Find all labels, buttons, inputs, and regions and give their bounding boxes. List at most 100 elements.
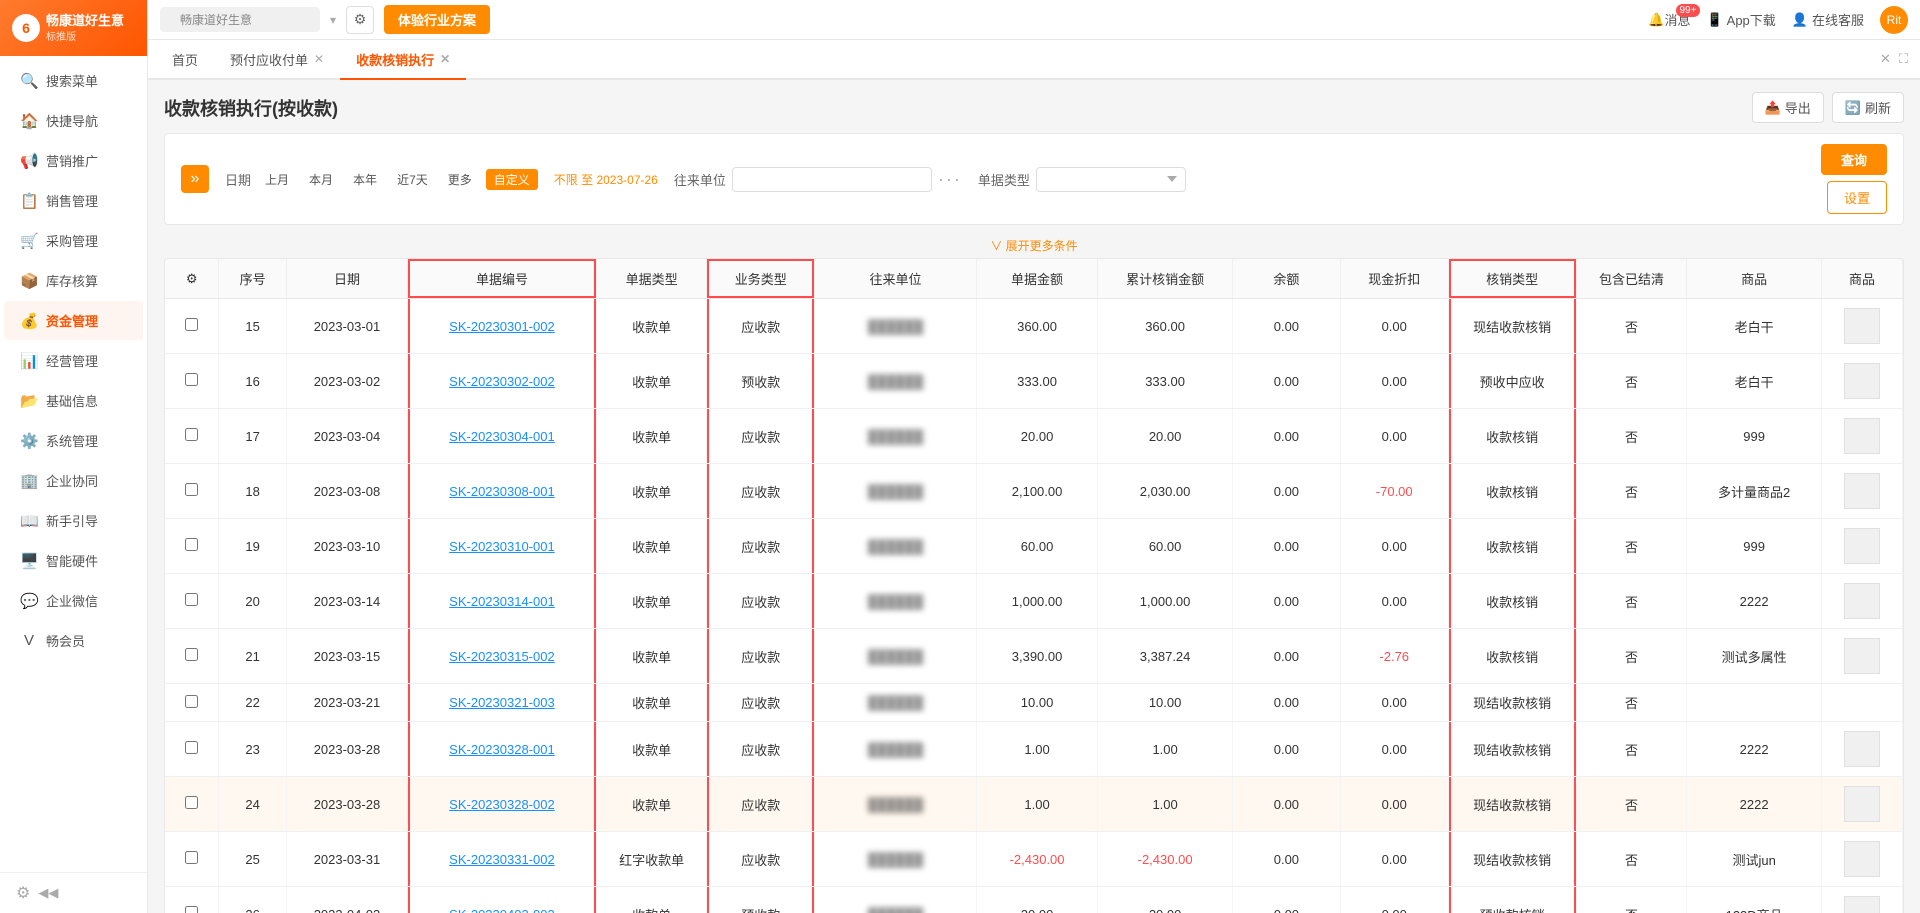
cell-checkbox[interactable] bbox=[165, 722, 219, 777]
sidebar-item-purchase[interactable]: 🛒采购管理 bbox=[4, 221, 143, 260]
sidebar-item-search[interactable]: 🔍搜索菜单 bbox=[4, 61, 143, 100]
query-button[interactable]: 查询 bbox=[1821, 144, 1887, 175]
tab-home[interactable]: 首页 bbox=[156, 40, 214, 80]
cell-balance: 0.00 bbox=[1232, 722, 1340, 777]
sidebar-item-label: 快捷导航 bbox=[46, 111, 98, 130]
industry-btn[interactable]: 体验行业方案 bbox=[384, 5, 490, 34]
settings-button[interactable]: 设置 bbox=[1827, 181, 1887, 214]
cell-checkbox[interactable] bbox=[165, 409, 219, 464]
tab-close-advance[interactable]: ✕ bbox=[314, 52, 324, 66]
online-service[interactable]: 👤 在线客服 bbox=[1792, 10, 1864, 29]
cell-checkbox[interactable] bbox=[165, 629, 219, 684]
doc-no-link[interactable]: SK-20230331-002 bbox=[449, 852, 555, 867]
cell-doc-no[interactable]: SK-20230328-002 bbox=[408, 777, 597, 832]
app-download[interactable]: 📱 App下载 bbox=[1706, 10, 1775, 29]
doc-no-link[interactable]: SK-20230328-001 bbox=[449, 742, 555, 757]
cell-doc-no[interactable]: SK-20230403-002 bbox=[408, 887, 597, 913]
date-option-近7天[interactable]: 近7天 bbox=[389, 169, 436, 190]
sidebar-item-sales[interactable]: 📋销售管理 bbox=[4, 181, 143, 220]
cell-doc-no[interactable]: SK-20230331-002 bbox=[408, 832, 597, 887]
cell-checkbox[interactable] bbox=[165, 574, 219, 629]
doc-no-link[interactable]: SK-20230328-002 bbox=[449, 797, 555, 812]
refresh-button[interactable]: 🔄 刷新 bbox=[1832, 92, 1904, 123]
partner-label: 往来单位 bbox=[674, 170, 726, 189]
user-avatar[interactable]: Rit bbox=[1880, 6, 1908, 34]
doc-no-link[interactable]: SK-20230301-002 bbox=[449, 319, 555, 334]
cell-checkbox[interactable] bbox=[165, 464, 219, 519]
main-table: ⚙ 序号 日期 单据编号 单据类型 业务类型 往来单位 单据 bbox=[165, 259, 1903, 913]
tab-advance[interactable]: 预付应收付单✕ bbox=[214, 40, 340, 80]
doc-type-select[interactable]: 收款单 红字收款单 bbox=[1036, 167, 1186, 192]
cell-offset-type: 收款核销 bbox=[1448, 519, 1576, 574]
close-all-icon[interactable]: ✕ bbox=[1880, 51, 1891, 67]
doc-no-link[interactable]: SK-20230321-003 bbox=[449, 695, 555, 710]
sidebar-item-wechat[interactable]: 💬企业微信 bbox=[4, 581, 143, 620]
cell-checkbox[interactable] bbox=[165, 832, 219, 887]
cell-doc-no[interactable]: SK-20230328-001 bbox=[408, 722, 597, 777]
settings-icon[interactable]: ⚙ bbox=[16, 883, 30, 903]
cell-doc-no[interactable]: SK-20230314-001 bbox=[408, 574, 597, 629]
cell-checkbox[interactable] bbox=[165, 354, 219, 409]
doc-no-link[interactable]: SK-20230310-001 bbox=[449, 539, 555, 554]
doc-no-link[interactable]: SK-20230315-002 bbox=[449, 649, 555, 664]
sidebar-item-quick[interactable]: 🏠快捷导航 bbox=[4, 101, 143, 140]
collapse-icon[interactable]: ◀◀ bbox=[38, 885, 58, 901]
cell-doc-no[interactable]: SK-20230308-001 bbox=[408, 464, 597, 519]
business-icon: 📊 bbox=[20, 352, 38, 370]
cell-partner: ██████ bbox=[815, 464, 977, 519]
cell-checkbox[interactable] bbox=[165, 887, 219, 913]
filter-toggle[interactable]: » bbox=[181, 165, 209, 193]
export-button[interactable]: 📤 导出 bbox=[1752, 92, 1824, 123]
partner-dots[interactable]: ··· bbox=[938, 169, 962, 190]
cell-amount: 1,000.00 bbox=[976, 574, 1097, 629]
cell-date: 2023-03-01 bbox=[286, 299, 407, 354]
cell-checkbox[interactable] bbox=[165, 299, 219, 354]
cell-checkbox[interactable] bbox=[165, 519, 219, 574]
expand-icon[interactable]: ⛶ bbox=[1899, 51, 1908, 67]
tab-close-receipt[interactable]: ✕ bbox=[440, 52, 450, 66]
cell-doc-no[interactable]: SK-20230301-002 bbox=[408, 299, 597, 354]
sidebar-item-marketing[interactable]: 📢营销推广 bbox=[4, 141, 143, 180]
notification-bell[interactable]: 🔔 消息 99+ bbox=[1648, 10, 1690, 29]
cell-include-settled: 否 bbox=[1576, 409, 1687, 464]
tab-receipt[interactable]: 收款核销执行✕ bbox=[340, 40, 466, 80]
cell-checkbox[interactable] bbox=[165, 684, 219, 722]
expand-bar[interactable]: ∨ 展开更多条件 bbox=[164, 233, 1904, 258]
cell-partner: ██████ bbox=[815, 684, 977, 722]
cell-doc-no[interactable]: SK-20230302-002 bbox=[408, 354, 597, 409]
date-option-本年[interactable]: 本年 bbox=[345, 169, 385, 190]
custom-date-option[interactable]: 自定义 bbox=[486, 169, 538, 190]
cell-checkbox[interactable] bbox=[165, 777, 219, 832]
cell-doc-no[interactable]: SK-20230315-002 bbox=[408, 629, 597, 684]
sidebar-item-guide[interactable]: 📖新手引导 bbox=[4, 501, 143, 540]
cell-goods-img bbox=[1822, 519, 1903, 574]
doc-no-link[interactable]: SK-20230403-002 bbox=[449, 907, 555, 913]
sidebar-item-basic[interactable]: 📂基础信息 bbox=[4, 381, 143, 420]
doc-no-link[interactable]: SK-20230314-001 bbox=[449, 594, 555, 609]
doc-no-link[interactable]: SK-20230308-001 bbox=[449, 484, 555, 499]
doc-no-link[interactable]: SK-20230302-002 bbox=[449, 374, 555, 389]
doc-no-link[interactable]: SK-20230304-001 bbox=[449, 429, 555, 444]
sidebar-item-member[interactable]: V畅会员 bbox=[4, 621, 143, 660]
sidebar-item-business[interactable]: 📊经营管理 bbox=[4, 341, 143, 380]
cell-doc-no[interactable]: SK-20230321-003 bbox=[408, 684, 597, 722]
date-option-上月[interactable]: 上月 bbox=[257, 169, 297, 190]
date-option-更多[interactable]: 更多 bbox=[440, 169, 480, 190]
gear-button[interactable]: ⚙ bbox=[346, 6, 374, 34]
sidebar-item-inventory[interactable]: 📦库存核算 bbox=[4, 261, 143, 300]
cell-doc-no[interactable]: SK-20230304-001 bbox=[408, 409, 597, 464]
sidebar-item-label: 新手引导 bbox=[46, 511, 98, 530]
tabs-right-controls: ✕⛶ bbox=[1880, 51, 1920, 67]
cell-no: 15 bbox=[219, 299, 286, 354]
col-biz-type: 业务类型 bbox=[707, 259, 815, 299]
date-option-本月[interactable]: 本月 bbox=[301, 169, 341, 190]
sidebar-item-corp[interactable]: 🏢企业协同 bbox=[4, 461, 143, 500]
sidebar-item-system[interactable]: ⚙️系统管理 bbox=[4, 421, 143, 460]
cell-offset-amount: -2,430.00 bbox=[1098, 832, 1233, 887]
page-actions: 📤 导出 🔄 刷新 bbox=[1752, 92, 1904, 123]
sidebar-item-finance[interactable]: 💰资金管理 bbox=[4, 301, 143, 340]
col-settings[interactable]: ⚙ bbox=[165, 259, 219, 299]
cell-doc-no[interactable]: SK-20230310-001 bbox=[408, 519, 597, 574]
partner-input[interactable] bbox=[732, 167, 932, 192]
sidebar-item-hardware[interactable]: 🖥️智能硬件 bbox=[4, 541, 143, 580]
